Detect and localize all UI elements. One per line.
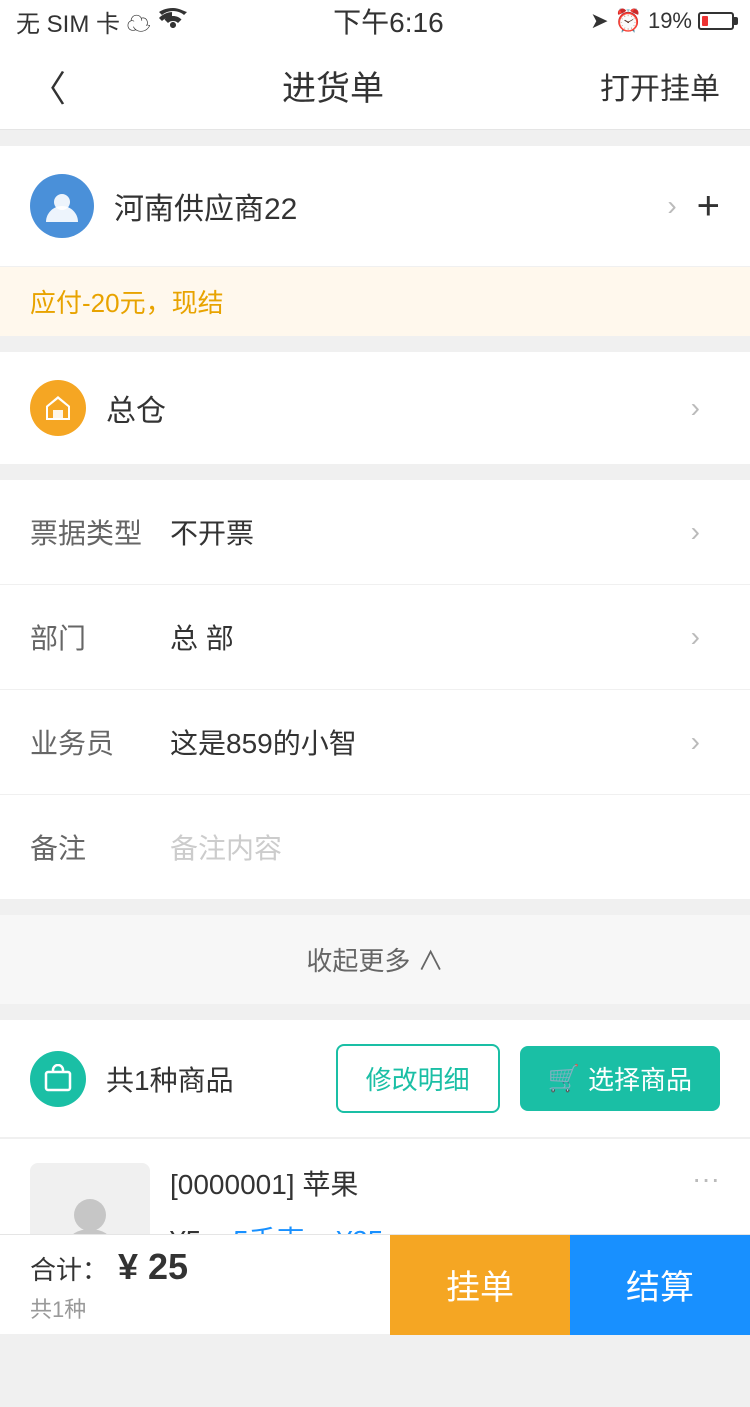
- total-label: 合计： ¥ 25: [30, 1246, 360, 1288]
- product-title: 苹果: [302, 1169, 358, 1200]
- section-divider-top: [0, 130, 750, 146]
- warehouse-row[interactable]: 总仓 ›: [0, 352, 750, 464]
- dept-row[interactable]: 部门 总 部 ›: [0, 585, 750, 690]
- staff-label: 业务员: [30, 722, 170, 762]
- wifi-icon: [159, 7, 187, 35]
- supplier-row[interactable]: 河南供应商22 › +: [0, 146, 750, 267]
- total-sub: 共1种: [30, 1292, 360, 1324]
- page-title: 进货单: [282, 61, 384, 110]
- battery-fill: [702, 16, 708, 26]
- remark-input[interactable]: 备注内容: [170, 827, 720, 867]
- warehouse-section[interactable]: 总仓 ›: [0, 352, 750, 464]
- select-product-button[interactable]: 🛒 选择商品: [520, 1046, 720, 1111]
- supplier-section: 河南供应商22 › + 应付-20元，现结: [0, 146, 750, 336]
- nav-bar: 〈 进货单 打开挂单: [0, 42, 750, 130]
- dept-label: 部门: [30, 617, 170, 657]
- staff-arrow-icon: ›: [691, 726, 700, 758]
- invoice-type-row[interactable]: 票据类型 不开票 ›: [0, 480, 750, 585]
- status-bar: 无 SIM 卡 ☁ 下午6:16 ➤ ⏰ 19%: [0, 0, 750, 42]
- warehouse-arrow-icon: ›: [691, 392, 700, 424]
- total-amount: ¥ 25: [118, 1246, 188, 1288]
- invoice-value: 不开票: [170, 512, 691, 552]
- location-icon: ➤: [590, 8, 608, 34]
- supplier-name: 河南供应商22: [114, 184, 667, 228]
- total-text: 合计：: [30, 1250, 108, 1287]
- hang-order-button[interactable]: 挂单: [390, 1235, 570, 1335]
- alarm-icon: ⏰: [615, 8, 642, 34]
- bottom-bar: 合计： ¥ 25 共1种 挂单 结算: [0, 1234, 750, 1334]
- product-more-button[interactable]: ···: [692, 1163, 720, 1195]
- form-section: 票据类型 不开票 › 部门 总 部 › 业务员 这是859的小智 › 备注 备注…: [0, 480, 750, 899]
- remark-row[interactable]: 备注 备注内容: [0, 795, 750, 899]
- product-code: [0000001]: [170, 1169, 295, 1200]
- select-product-label: 选择商品: [588, 1060, 692, 1097]
- collapse-row[interactable]: 收起更多 ∧: [0, 915, 750, 1004]
- staff-value: 这是859的小智: [170, 722, 691, 762]
- sim-status: 无 SIM 卡 ☁: [16, 4, 151, 39]
- edit-detail-button[interactable]: 修改明细: [336, 1044, 500, 1113]
- section-divider-mid: [0, 1004, 750, 1020]
- supplier-arrow-icon: ›: [667, 190, 676, 222]
- product-count-label: 共1种商品: [106, 1059, 316, 1099]
- status-right: ➤ ⏰ 19%: [590, 8, 734, 34]
- battery-percent: 19%: [648, 8, 692, 34]
- collapse-label: 收起更多 ∧: [306, 941, 443, 978]
- open-pending-button[interactable]: 打开挂单: [600, 64, 720, 108]
- dept-arrow-icon: ›: [691, 621, 700, 653]
- status-left: 无 SIM 卡 ☁: [16, 4, 187, 39]
- product-name: [0000001] 苹果: [170, 1163, 672, 1203]
- supplier-alert: 应付-20元，现结: [0, 267, 750, 336]
- total-section: 合计： ¥ 25 共1种: [0, 1246, 390, 1324]
- dept-value: 总 部: [170, 617, 691, 657]
- status-time: 下午6:16: [333, 1, 444, 41]
- add-button[interactable]: +: [697, 184, 720, 229]
- settle-button[interactable]: 结算: [570, 1235, 750, 1335]
- battery-icon: [698, 12, 734, 30]
- supplier-avatar: [30, 174, 94, 238]
- staff-row[interactable]: 业务员 这是859的小智 ›: [0, 690, 750, 795]
- invoice-label: 票据类型: [30, 512, 170, 552]
- warehouse-name: 总仓: [106, 386, 691, 430]
- back-button[interactable]: 〈: [30, 60, 66, 112]
- remark-label: 备注: [30, 827, 170, 867]
- warehouse-icon: [30, 380, 86, 436]
- invoice-arrow-icon: ›: [691, 516, 700, 548]
- product-header: 共1种商品 修改明细 🛒 选择商品: [0, 1020, 750, 1137]
- select-product-icon: 🛒: [548, 1063, 580, 1094]
- product-icon: [30, 1051, 86, 1107]
